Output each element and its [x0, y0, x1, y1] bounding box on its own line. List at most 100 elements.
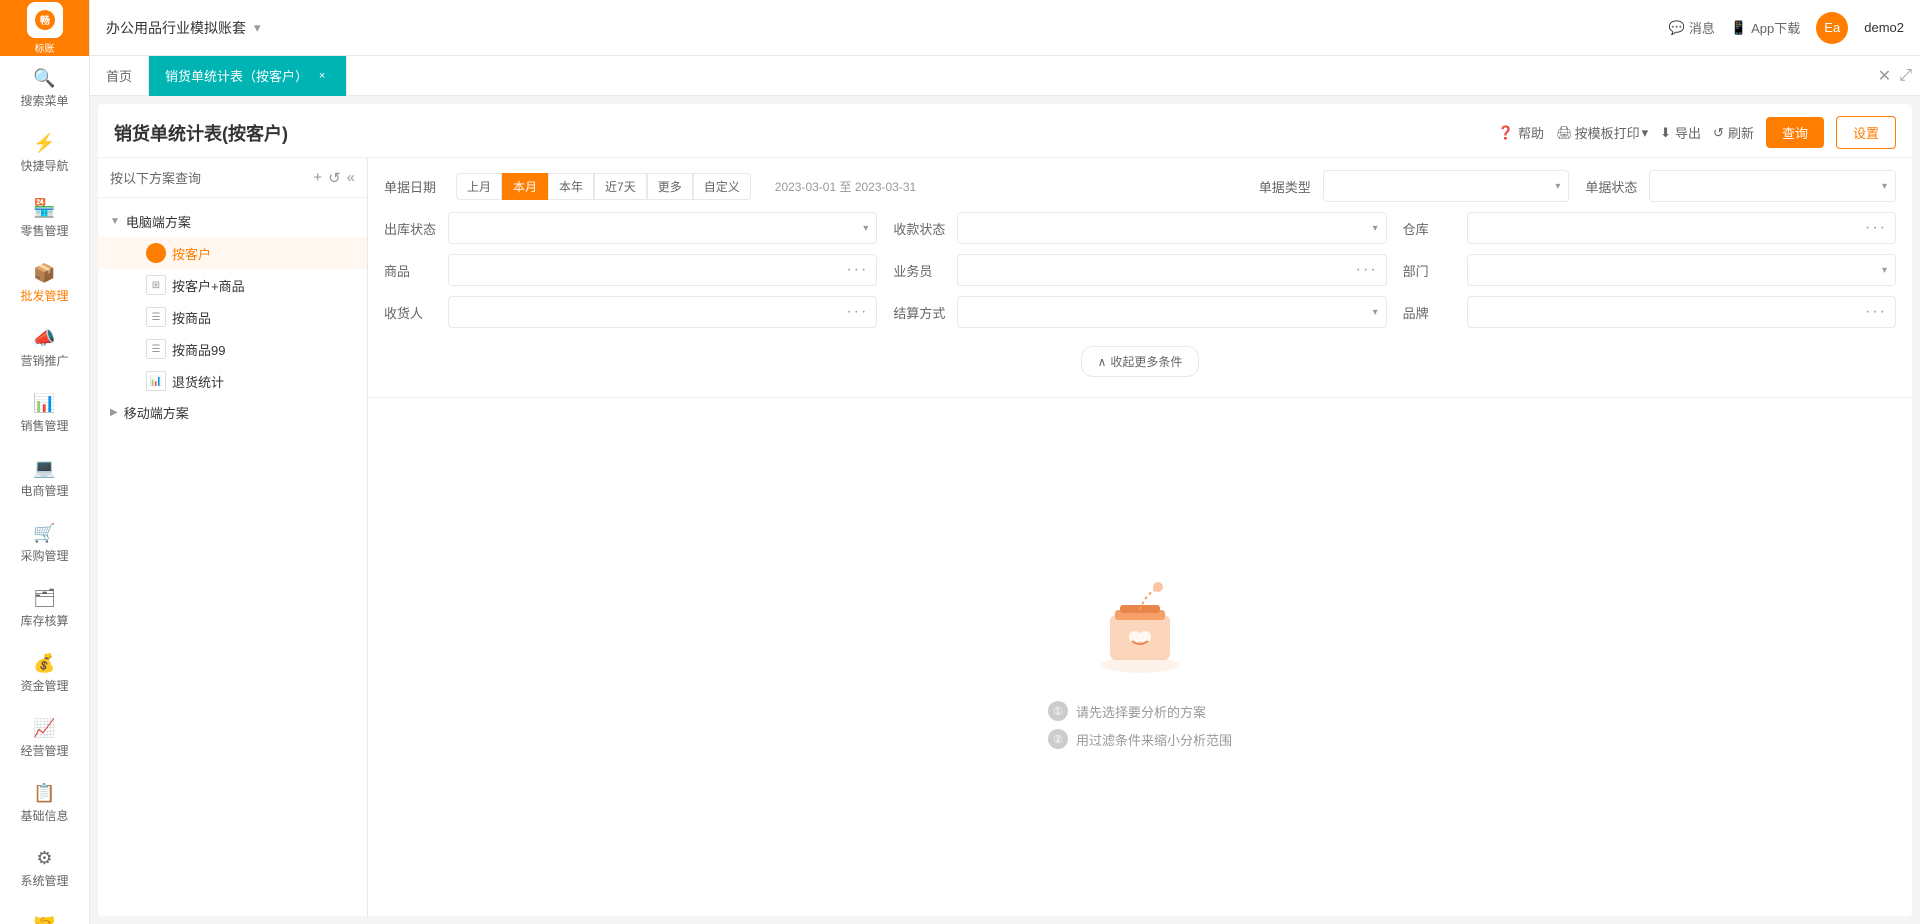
topbar-dropdown-icon[interactable]: ▾ [254, 20, 261, 36]
brand-select[interactable]: ··· [1467, 296, 1896, 328]
tab-home[interactable]: 首页 [90, 56, 149, 96]
empty-step-1: ① 请先选择要分析的方案 [1048, 701, 1232, 721]
sidebar-item-label: 零售管理 [20, 222, 68, 239]
customer-product-icon: ⊞ [146, 275, 166, 295]
query-button[interactable]: 查询 [1766, 117, 1824, 148]
sidebar-item-system[interactable]: ⚙ 系统管理 [0, 836, 89, 901]
collapse-filters-button[interactable]: ∧ 收起更多条件 [1081, 346, 1200, 377]
sidebar-nav: 🔍 搜索菜单 ⚡ 快捷导航 🏪 零售管理 📦 批发管理 📣 营销推广 📊 销售管… [0, 56, 89, 924]
doc-type-filter: 单据类型 ▾ [1259, 170, 1570, 202]
message-button[interactable]: 💬 消息 [1669, 18, 1715, 37]
date-btn-custom[interactable]: 自定义 [693, 173, 751, 200]
refresh-icon: ↺ [1713, 125, 1724, 141]
scheme-by-product99[interactable]: ☰ 按商品99 [98, 333, 367, 365]
sidebar-item-purchase[interactable]: 🛒 采购管理 [0, 511, 89, 576]
by-product-icon: ☰ [146, 307, 166, 327]
sidebar-item-label: 快捷导航 [20, 157, 68, 174]
date-btn-7days[interactable]: 近7天 [594, 173, 647, 200]
recipient-select[interactable]: ··· [448, 296, 877, 328]
salesperson-label: 业务员 [893, 261, 949, 280]
refresh-button[interactable]: ↺ 刷新 [1713, 123, 1754, 142]
product-select[interactable]: ··· [448, 254, 877, 286]
refresh-scheme-icon[interactable]: ↺ [328, 169, 341, 187]
sidebar-item-ecommerce[interactable]: 💻 电商管理 [0, 446, 89, 511]
date-btn-more[interactable]: 更多 [647, 173, 693, 200]
help-button[interactable]: ❓ 帮助 [1498, 123, 1544, 142]
by-customer-label: 按客户 [172, 244, 211, 263]
add-scheme-icon[interactable]: + [313, 169, 322, 186]
user-avatar[interactable]: Ea [1816, 12, 1848, 44]
sidebar-item-quick[interactable]: ⚡ 快捷导航 [0, 121, 89, 186]
sidebar-item-search[interactable]: 🔍 搜索菜单 [0, 56, 89, 121]
tab-close-icon[interactable]: × [314, 68, 330, 84]
customer-icon: 按 [146, 243, 166, 263]
page-area: 销货单统计表(按客户) ❓ 帮助 🖨 按模板打印 ▾ ⬇ 导出 [98, 104, 1912, 916]
salesperson-select[interactable]: ··· [957, 254, 1386, 286]
tab-maximize-icon[interactable]: ⤢ [1899, 67, 1912, 85]
sidebar-item-wholesale[interactable]: 📦 批发管理 [0, 251, 89, 316]
out-status-select[interactable]: ▾ [448, 212, 877, 244]
filter-row-3: 商品 ··· 业务员 ··· [384, 254, 1896, 286]
app-download-button[interactable]: 📱 App下载 [1731, 18, 1800, 37]
settlement-filter: 结算方式 ▾ [893, 296, 1386, 328]
refresh-label: 刷新 [1728, 123, 1754, 142]
tab-sales-stats[interactable]: 销货单统计表（按客户） × [149, 56, 347, 96]
scheme-by-customer-product[interactable]: ⊞ 按客户+商品 [98, 269, 367, 301]
doc-type-label: 单据类型 [1259, 177, 1315, 196]
step-1-num: ① [1048, 701, 1068, 721]
tab-close-all-icon[interactable]: ✕ [1878, 66, 1891, 86]
export-button[interactable]: ⬇ 导出 [1660, 123, 1701, 142]
download-icon: 📱 [1731, 20, 1747, 36]
print-button[interactable]: 🖨 按模板打印 ▾ [1556, 123, 1648, 142]
logo[interactable]: 畅 标账 [0, 0, 89, 56]
by-product99-icon: ☰ [146, 339, 166, 359]
tab-sales-stats-label: 销货单统计表（按客户） [165, 66, 308, 85]
sidebar-item-retail[interactable]: 🏪 零售管理 [0, 186, 89, 251]
sidebar-item-collab[interactable]: 🤝 企业协同 [0, 901, 89, 924]
return-stats-icon: 📊 [146, 371, 166, 391]
doc-status-select[interactable]: ▾ [1649, 170, 1896, 202]
basic-icon: 📋 [33, 783, 55, 804]
sidebar-item-finance[interactable]: 💰 资金管理 [0, 641, 89, 706]
collab-icon: 🤝 [33, 913, 55, 924]
sidebar-item-basic[interactable]: 📋 基础信息 [0, 771, 89, 836]
receipt-status-select[interactable]: ▾ [957, 212, 1386, 244]
split-layout: 按以下方案查询 + ↺ « ▼ 电脑端方案 [98, 158, 1912, 916]
department-select[interactable]: ▾ [1467, 254, 1896, 286]
page-title: 销货单统计表(按客户) [114, 120, 288, 146]
desktop-group-header[interactable]: ▼ 电脑端方案 [98, 206, 367, 237]
sidebar-item-sales[interactable]: 📊 销售管理 [0, 381, 89, 446]
sidebar-item-inventory[interactable]: 🗂 库存核算 [0, 576, 89, 641]
brand-label: 品牌 [1403, 303, 1459, 322]
sidebar-item-label: 采购管理 [20, 547, 68, 564]
sidebar-item-label: 基础信息 [20, 807, 68, 824]
sidebar-item-label: 销售管理 [20, 417, 68, 434]
receipt-status-label: 收款状态 [893, 219, 949, 238]
settlement-select[interactable]: ▾ [957, 296, 1386, 328]
sidebar-item-marketing[interactable]: 📣 营销推广 [0, 316, 89, 381]
warehouse-select[interactable]: ··· [1467, 212, 1896, 244]
sidebar: 畅 标账 🔍 搜索菜单 ⚡ 快捷导航 🏪 零售管理 📦 批发管理 📣 营销推广 … [0, 0, 90, 924]
receipt-status-arrow-icon: ▾ [1373, 223, 1378, 234]
scheme-by-product[interactable]: ☰ 按商品 [98, 301, 367, 333]
warehouse-label: 仓库 [1403, 219, 1459, 238]
return-stats-label: 退货统计 [172, 372, 224, 391]
doc-type-select[interactable]: ▾ [1323, 170, 1570, 202]
collapse-panel-icon[interactable]: « [347, 169, 355, 186]
date-btn-this-year[interactable]: 本年 [548, 173, 594, 200]
brand-dots-icon: ··· [1865, 303, 1887, 321]
empty-state: ① 请先选择要分析的方案 ② 用过滤条件来缩小分析范围 [368, 398, 1912, 916]
date-btn-last-month[interactable]: 上月 [456, 173, 502, 200]
out-status-arrow-icon: ▾ [863, 223, 868, 234]
sidebar-item-label: 营销推广 [20, 352, 68, 369]
date-range-display: 2023-03-01 至 2023-03-31 [775, 178, 916, 195]
mobile-group-header[interactable]: ▶ 移动端方案 [98, 397, 367, 428]
scheme-by-customer[interactable]: 按 按客户 [98, 237, 367, 269]
logo-icon: 畅 [27, 2, 63, 38]
user-name[interactable]: demo2 [1864, 20, 1904, 35]
settlement-arrow-icon: ▾ [1373, 307, 1378, 318]
sidebar-item-business[interactable]: 📈 经营管理 [0, 706, 89, 771]
scheme-return-stats[interactable]: 📊 退货统计 [98, 365, 367, 397]
date-btn-this-month[interactable]: 本月 [502, 173, 548, 200]
setting-button[interactable]: 设置 [1836, 116, 1896, 149]
